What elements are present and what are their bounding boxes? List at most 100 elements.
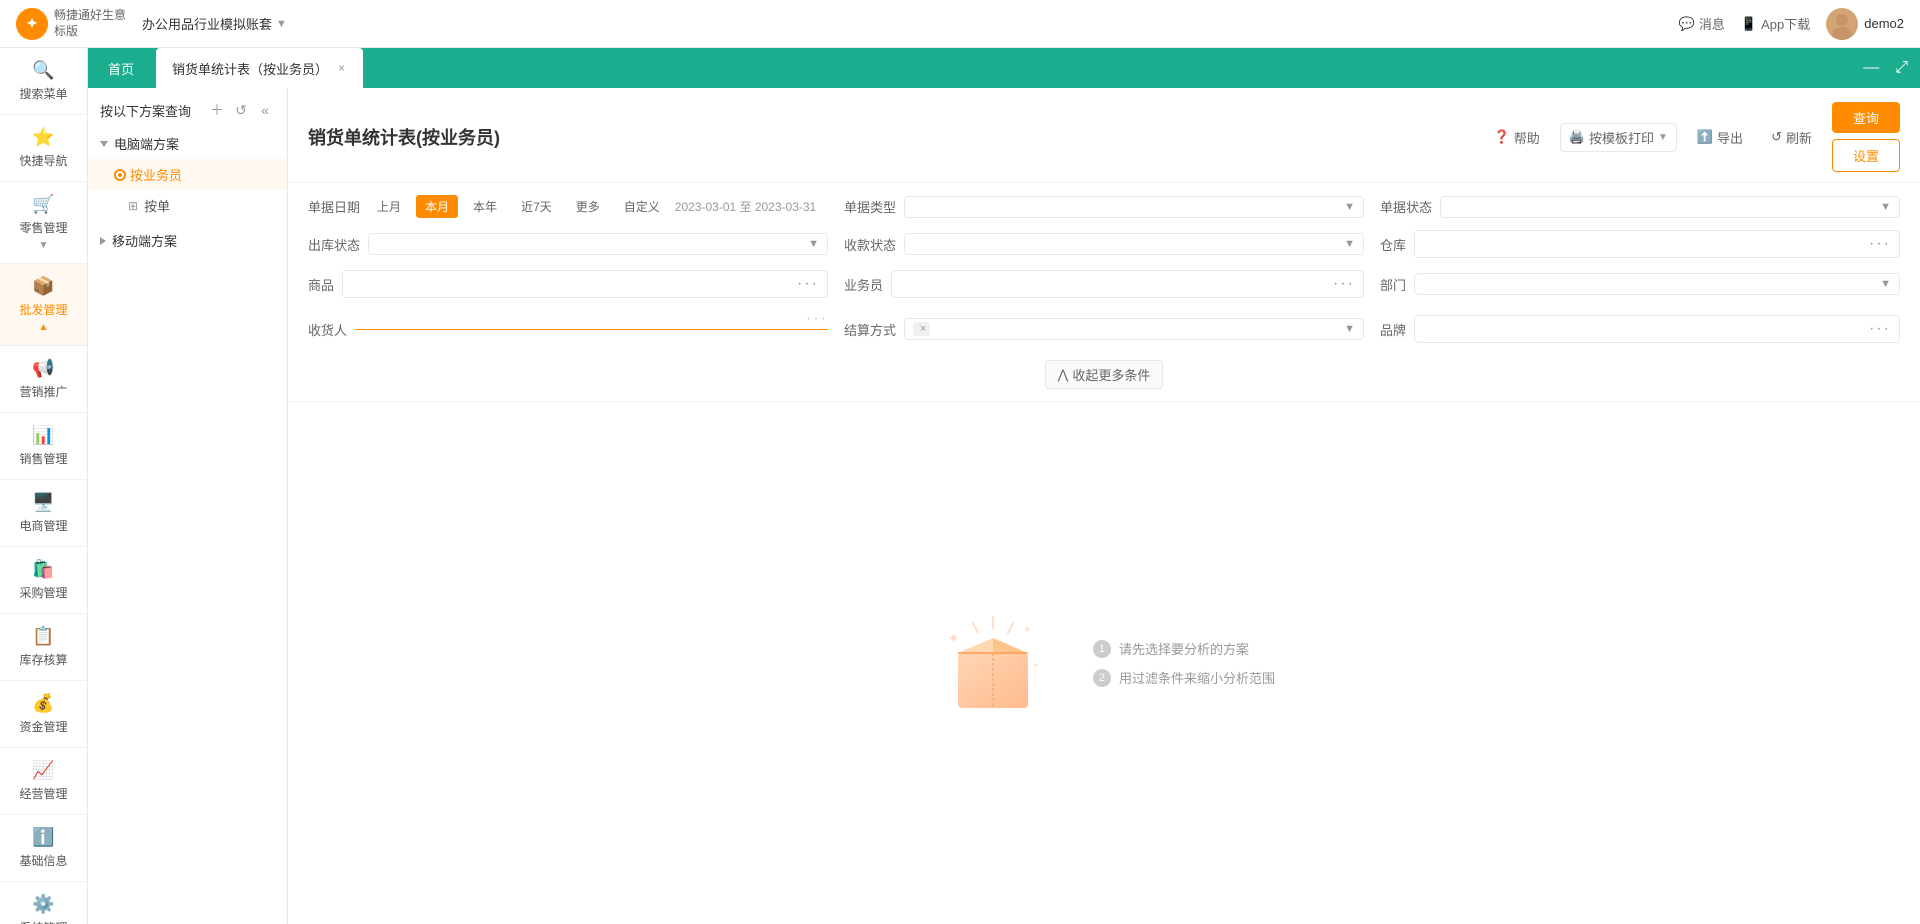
app-download-action[interactable]: 📱 App下载: [1741, 14, 1810, 33]
refresh-btn[interactable]: ↺ 刷新: [1763, 124, 1820, 151]
tip-num-2: 2: [1093, 669, 1111, 687]
doc-type-select[interactable]: ▼: [904, 196, 1364, 218]
chevron-down-icon: ▼: [276, 18, 287, 30]
scheme-group-desktop-header[interactable]: 电脑端方案: [88, 128, 287, 159]
empty-illustration: ✦ ✦ ✦: [933, 603, 1053, 723]
help-icon: ❓: [1494, 129, 1510, 145]
inventory-icon: 📋: [32, 626, 54, 647]
brand-select[interactable]: ···: [1414, 315, 1900, 343]
ecommerce-icon: 🖥️: [32, 492, 54, 513]
sidebar-item-purchase[interactable]: 🛍️ 采购管理: [0, 547, 87, 614]
tab-current[interactable]: 销货单统计表（按业务员） ×: [156, 48, 363, 88]
sidebar-item-search[interactable]: 🔍 搜索菜单: [0, 48, 87, 115]
date-btn-this-year[interactable]: 本年: [464, 195, 506, 218]
collapse-btn[interactable]: ⋀ 收起更多条件: [1045, 360, 1164, 389]
sub-item-icon: ⊞: [128, 199, 138, 213]
scheme-sub-item-by-order[interactable]: ⊞ 按单: [88, 190, 287, 221]
salesperson-control: ···: [891, 270, 1364, 298]
filter-date: 单据日期 上月 本月 本年 近7天 更多 自定义 2023-03-01 至 20…: [308, 195, 828, 218]
tab-home[interactable]: 首页: [88, 48, 154, 88]
sidebar-item-operations[interactable]: 📈 经营管理: [0, 748, 87, 815]
message-icon: 💬: [1679, 16, 1695, 32]
app-selector[interactable]: 办公用品行业模拟账套 ▼: [134, 10, 295, 37]
scheme-group-mobile: 移动端方案: [88, 225, 287, 256]
page-content: 按以下方案查询 ＋ ↺ « 电脑端方案 按业务员: [88, 88, 1920, 924]
filter-doc-type: 单据类型 ▼: [844, 196, 1364, 218]
salesperson-select[interactable]: ···: [891, 270, 1364, 298]
warehouse-select[interactable]: ···: [1414, 230, 1900, 258]
dropdown-icon-5: ▼: [1880, 278, 1891, 290]
filter-doc-status: 单据状态 ▼: [1380, 196, 1900, 218]
filter-salesperson: 业务员 ···: [844, 270, 1364, 298]
scheme-group-mobile-header[interactable]: 移动端方案: [88, 225, 287, 256]
sidebar-item-ecommerce[interactable]: 🖥️ 电商管理: [0, 480, 87, 547]
doc-status-select[interactable]: ▼: [1440, 196, 1900, 218]
date-btn-more[interactable]: 更多: [567, 195, 609, 218]
filter-collection-status: 收款状态 ▼: [844, 233, 1364, 255]
goods-select[interactable]: ···: [342, 270, 828, 298]
print-btn[interactable]: 🖨️ 按模板打印 ▼: [1560, 123, 1677, 152]
filter-dept: 部门 ▼: [1380, 273, 1900, 295]
collection-status-select[interactable]: ▼: [904, 233, 1364, 255]
help-btn[interactable]: ❓ 帮助: [1486, 124, 1548, 151]
dots-icon-4: ···: [806, 310, 828, 328]
empty-tip-2: 2 用过滤条件来缩小分析范围: [1093, 668, 1275, 687]
dropdown-arrow-icon: ▼: [1658, 132, 1668, 143]
scheme-add-btn[interactable]: ＋: [207, 100, 227, 120]
sidebar-item-wholesale[interactable]: 📦 批发管理 ▲: [0, 264, 87, 346]
receiver-input[interactable]: [355, 310, 828, 330]
query-btn[interactable]: 查询: [1832, 102, 1900, 133]
page-header: 销货单统计表(按业务员) ❓ 帮助 🖨️ 按模板打印 ▼ ⬆️: [288, 88, 1920, 183]
print-icon: 🖨️: [1569, 129, 1585, 145]
scheme-refresh-btn[interactable]: ↺: [231, 100, 251, 120]
dropdown-icon-6: ▼: [1344, 323, 1355, 335]
sidebar-item-finance[interactable]: 💰 资金管理: [0, 681, 87, 748]
tab-bar: 首页 销货单统计表（按业务员） × — ⤢: [88, 48, 1920, 88]
sidebar-item-basic-info[interactable]: ℹ️ 基础信息: [0, 815, 87, 882]
goods-control: ···: [342, 270, 828, 298]
search-icon: 🔍: [32, 60, 54, 81]
avatar: [1826, 8, 1858, 40]
user-info[interactable]: demo2: [1826, 8, 1904, 40]
empty-tip-1: 1 请先选择要分析的方案: [1093, 639, 1275, 658]
dots-icon-3: ···: [1333, 275, 1355, 293]
scheme-group-desktop: 电脑端方案 按业务员 ⊞ 按单: [88, 128, 287, 221]
sidebar-item-system[interactable]: ⚙️ 系统管理: [0, 882, 87, 924]
empty-state: ✦ ✦ ✦ 1 请先选择要分析的方案: [288, 402, 1920, 924]
date-btn-last-month[interactable]: 上月: [368, 195, 410, 218]
doc-status-control: ▼: [1440, 196, 1900, 218]
collection-status-control: ▼: [904, 233, 1364, 255]
refresh-icon: ↺: [1771, 129, 1782, 145]
tag-close-icon[interactable]: ×: [920, 323, 926, 335]
sidebar-item-retail[interactable]: 🛒 零售管理 ▼: [0, 182, 87, 264]
filter-out-status: 出库状态 ▼: [308, 233, 828, 255]
header-left: ✦ 畅捷通好生意 标版 办公用品行业模拟账套 ▼: [16, 8, 295, 40]
dept-select[interactable]: ▼: [1414, 273, 1900, 295]
scheme-panel: 按以下方案查询 ＋ ↺ « 电脑端方案 按业务员: [88, 88, 288, 924]
dropdown-icon-2: ▼: [1880, 201, 1891, 213]
scheme-collapse-btn[interactable]: «: [255, 100, 275, 120]
date-btn-7days[interactable]: 近7天: [512, 195, 561, 218]
tab-minimize-btn[interactable]: —: [1859, 55, 1883, 81]
main-layout: 🔍 搜索菜单 ⭐ 快捷导航 🛒 零售管理 ▼ 📦 批发管理 ▲ 📢 营销推广 📊…: [0, 48, 1920, 924]
settings-btn[interactable]: 设置: [1832, 139, 1900, 172]
sidebar-item-marketing[interactable]: 📢 营销推广: [0, 346, 87, 413]
settlement-select[interactable]: × ▼: [904, 318, 1364, 340]
tab-maximize-btn[interactable]: ⤢: [1891, 55, 1912, 81]
message-action[interactable]: 💬 消息: [1679, 14, 1725, 33]
date-btn-custom[interactable]: 自定义: [615, 195, 669, 218]
date-filter-control: 上月 本月 本年 近7天 更多 自定义 2023-03-01 至 2023-03…: [368, 195, 828, 218]
logo-icon: ✦: [16, 8, 48, 40]
sidebar-item-quick-nav[interactable]: ⭐ 快捷导航: [0, 115, 87, 182]
retail-icon: 🛒: [32, 194, 54, 215]
scheme-item-salesperson[interactable]: 按业务员: [88, 159, 287, 190]
filter-receiver: 收货人 ···: [308, 310, 828, 348]
export-btn[interactable]: ⬆️ 导出: [1689, 124, 1751, 151]
settlement-tag: ×: [913, 322, 930, 336]
tab-close-btn[interactable]: ×: [336, 59, 347, 77]
date-btn-this-month[interactable]: 本月: [416, 195, 458, 218]
out-status-select[interactable]: ▼: [368, 233, 828, 255]
filter-brand: 品牌 ···: [1380, 315, 1900, 343]
sidebar-item-inventory[interactable]: 📋 库存核算: [0, 614, 87, 681]
sidebar-item-sales[interactable]: 📊 销售管理: [0, 413, 87, 480]
